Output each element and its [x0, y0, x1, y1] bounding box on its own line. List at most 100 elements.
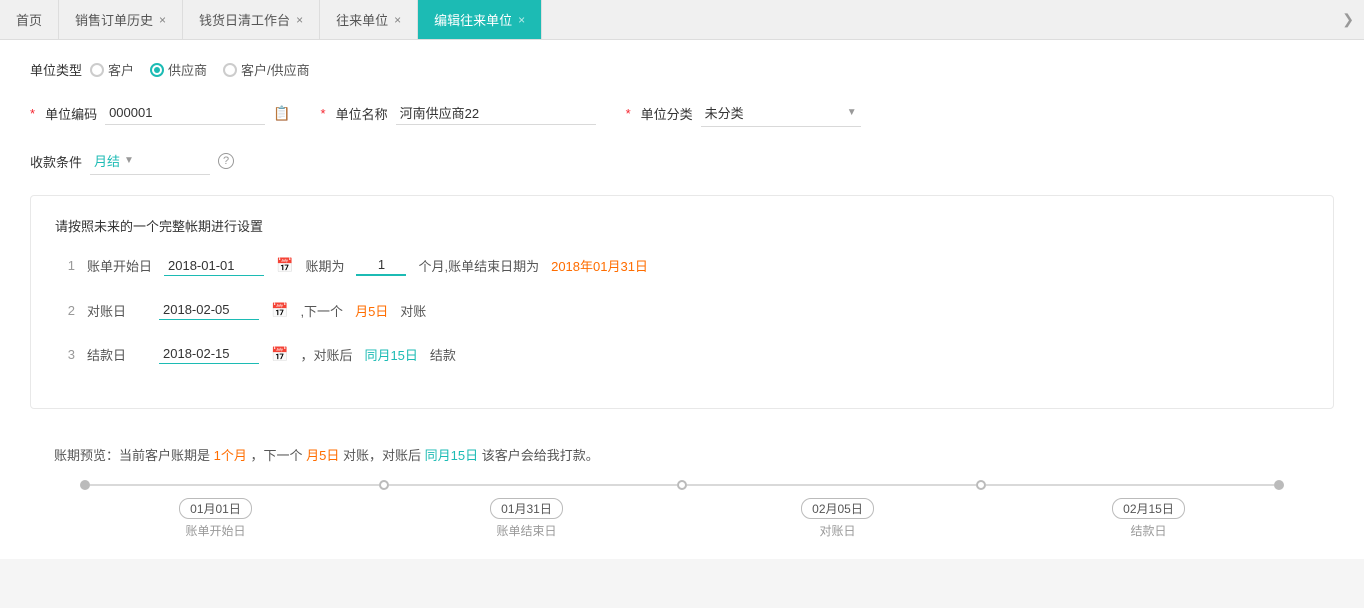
- tab-cash-ledger-label: 钱货日清工作台: [199, 10, 290, 29]
- preview-date1: 月5日: [306, 448, 339, 463]
- row-label-2: 对账日: [87, 301, 147, 320]
- period-text-label: 账期为: [305, 256, 344, 275]
- setting-row-1: 1 账单开始日 📅 账期为 个月,账单结束日期为 2018年01月31日: [55, 255, 1309, 276]
- help-icon[interactable]: ?: [218, 153, 234, 169]
- tab-home-label: 首页: [16, 10, 42, 29]
- tl-dot-3: [677, 480, 687, 490]
- tab-partner-unit-close[interactable]: ×: [394, 13, 401, 27]
- setting-row-3: 3 结款日 📅 ，对账后 同月15日 结款: [55, 344, 1309, 364]
- preview-date2: 同月15日: [425, 448, 478, 463]
- unit-class-chevron-icon: ▼: [847, 107, 857, 118]
- period-title: 请按照未来的一个完整帐期进行设置: [55, 216, 1309, 235]
- unit-type-group: 单位类型 客户 供应商 客户/供应商: [30, 60, 310, 79]
- unit-class-value: 未分类: [705, 103, 843, 122]
- tl-end-dot: [1274, 480, 1284, 490]
- tl-badge-3: 02月05日: [801, 498, 874, 519]
- radio-supplier-circle: [150, 63, 164, 77]
- radio-both-circle: [223, 63, 237, 77]
- tab-partner-unit-label: 往来单位: [336, 10, 388, 29]
- radio-supplier[interactable]: 供应商: [150, 60, 207, 79]
- radio-customer-label: 客户: [108, 60, 134, 79]
- radio-both[interactable]: 客户/供应商: [223, 60, 310, 79]
- payment-select[interactable]: 月结 ▼: [90, 147, 210, 175]
- reconcile-day-highlight: 月5日: [355, 301, 388, 320]
- tab-sales-order[interactable]: 销售订单历史 ×: [59, 0, 183, 39]
- payment-date-input[interactable]: [159, 344, 259, 364]
- unit-class-required: *: [626, 106, 631, 121]
- unit-code-group: * 单位编码 📋: [30, 101, 291, 125]
- tl-start-dot: [80, 480, 90, 490]
- row-label-3: 结款日: [87, 345, 147, 364]
- reconcile-prefix: ,下一个: [300, 301, 343, 320]
- calendar-icon-1[interactable]: 📅: [276, 257, 293, 274]
- unit-code-label: 单位编码: [45, 104, 97, 123]
- tab-edit-partner[interactable]: 编辑往来单位 ×: [418, 0, 542, 39]
- copy-icon[interactable]: 📋: [273, 105, 290, 122]
- preview-period: 1个月: [214, 448, 247, 463]
- unit-code-input[interactable]: [105, 101, 265, 125]
- code-name-class-row: * 单位编码 📋 * 单位名称 * 单位分类 未分类 ▼: [30, 99, 1334, 127]
- tl-cap-2: 账单结束日: [496, 522, 556, 539]
- payment-chevron-icon: ▼: [124, 155, 134, 166]
- tl-badge-4: 02月15日: [1112, 498, 1185, 519]
- tl-badge-2: 01月31日: [490, 498, 563, 519]
- unit-type-row: 单位类型 客户 供应商 客户/供应商: [30, 60, 1334, 79]
- timeline-section: 01月01日 账单开始日 01月31日 账单结束日 02月05日 对账日 02月…: [30, 480, 1334, 539]
- preview-mid2: 对账，对账后: [343, 448, 421, 463]
- payment-row: 收款条件 月结 ▼ ?: [30, 147, 1334, 175]
- preview-section: 账期预览：当前客户账期是 1个月 ，下一个 月5日 对账，对账后 同月15日 该…: [30, 429, 1334, 480]
- unit-code-required: *: [30, 106, 35, 121]
- tab-sales-order-close[interactable]: ×: [159, 13, 166, 27]
- unit-type-radios: 客户 供应商 客户/供应商: [90, 60, 310, 79]
- payment-day-highlight: 同月15日: [364, 345, 417, 364]
- preview-suffix: 该客户会给我打款。: [482, 448, 599, 463]
- payment-group: 收款条件 月结 ▼ ?: [30, 147, 234, 175]
- tl-line-1: [90, 484, 379, 486]
- unit-name-group: * 单位名称: [321, 101, 596, 125]
- tl-label-4: 02月15日 结款日: [1112, 498, 1185, 539]
- tl-cap-1: 账单开始日: [185, 522, 245, 539]
- period-months-suffix: 个月,账单结束日期为: [418, 256, 539, 275]
- calendar-icon-2[interactable]: 📅: [271, 302, 288, 319]
- reconcile-date-input[interactable]: [159, 300, 259, 320]
- unit-name-input[interactable]: [396, 101, 596, 125]
- tab-sales-order-label: 销售订单历史: [75, 10, 153, 29]
- preview-prefix: 账期预览：当前客户账期是: [54, 448, 210, 463]
- tl-cap-3: 对账日: [819, 522, 855, 539]
- unit-class-label: 单位分类: [641, 104, 693, 123]
- tl-label-3: 02月05日 对账日: [801, 498, 874, 539]
- period-box: 请按照未来的一个完整帐期进行设置 1 账单开始日 📅 账期为 个月,账单结束日期…: [30, 195, 1334, 409]
- end-date-display: 2018年01月31日: [551, 256, 648, 275]
- tl-line-3: [687, 484, 976, 486]
- tab-more-arrow[interactable]: ❯: [1332, 0, 1364, 39]
- unit-type-label: 单位类型: [30, 60, 82, 79]
- unit-name-label: 单位名称: [336, 104, 388, 123]
- calendar-icon-3[interactable]: 📅: [271, 346, 288, 363]
- start-date-input[interactable]: [164, 256, 264, 276]
- payment-label: 收款条件: [30, 152, 82, 171]
- setting-row-2: 2 对账日 📅 ,下一个 月5日 对账: [55, 300, 1309, 320]
- tab-cash-ledger[interactable]: 钱货日清工作台 ×: [183, 0, 320, 39]
- tab-bar: 首页 销售订单历史 × 钱货日清工作台 × 往来单位 × 编辑往来单位 × ❯: [0, 0, 1364, 40]
- tab-partner-unit[interactable]: 往来单位 ×: [320, 0, 418, 39]
- tl-dot-2: [379, 480, 389, 490]
- tab-cash-ledger-close[interactable]: ×: [296, 13, 303, 27]
- tab-edit-partner-label: 编辑往来单位: [434, 10, 512, 29]
- radio-customer[interactable]: 客户: [90, 60, 134, 79]
- unit-class-select[interactable]: 未分类 ▼: [701, 99, 861, 127]
- payment-value: 月结: [94, 151, 120, 170]
- tab-edit-partner-close[interactable]: ×: [518, 13, 525, 27]
- row-label-1: 账单开始日: [87, 256, 152, 275]
- row-num-3: 3: [55, 347, 75, 362]
- preview-mid1: ，下一个: [251, 448, 303, 463]
- tl-dot-4: [976, 480, 986, 490]
- tl-line-2: [389, 484, 678, 486]
- row-num-1: 1: [55, 258, 75, 273]
- radio-customer-circle: [90, 63, 104, 77]
- period-months-input[interactable]: [356, 255, 406, 276]
- unit-name-required: *: [321, 106, 326, 121]
- tab-home[interactable]: 首页: [0, 0, 59, 39]
- tl-label-2: 01月31日 账单结束日: [490, 498, 563, 539]
- tl-cap-4: 结款日: [1130, 522, 1166, 539]
- payment-prefix: ，对账后: [300, 345, 352, 364]
